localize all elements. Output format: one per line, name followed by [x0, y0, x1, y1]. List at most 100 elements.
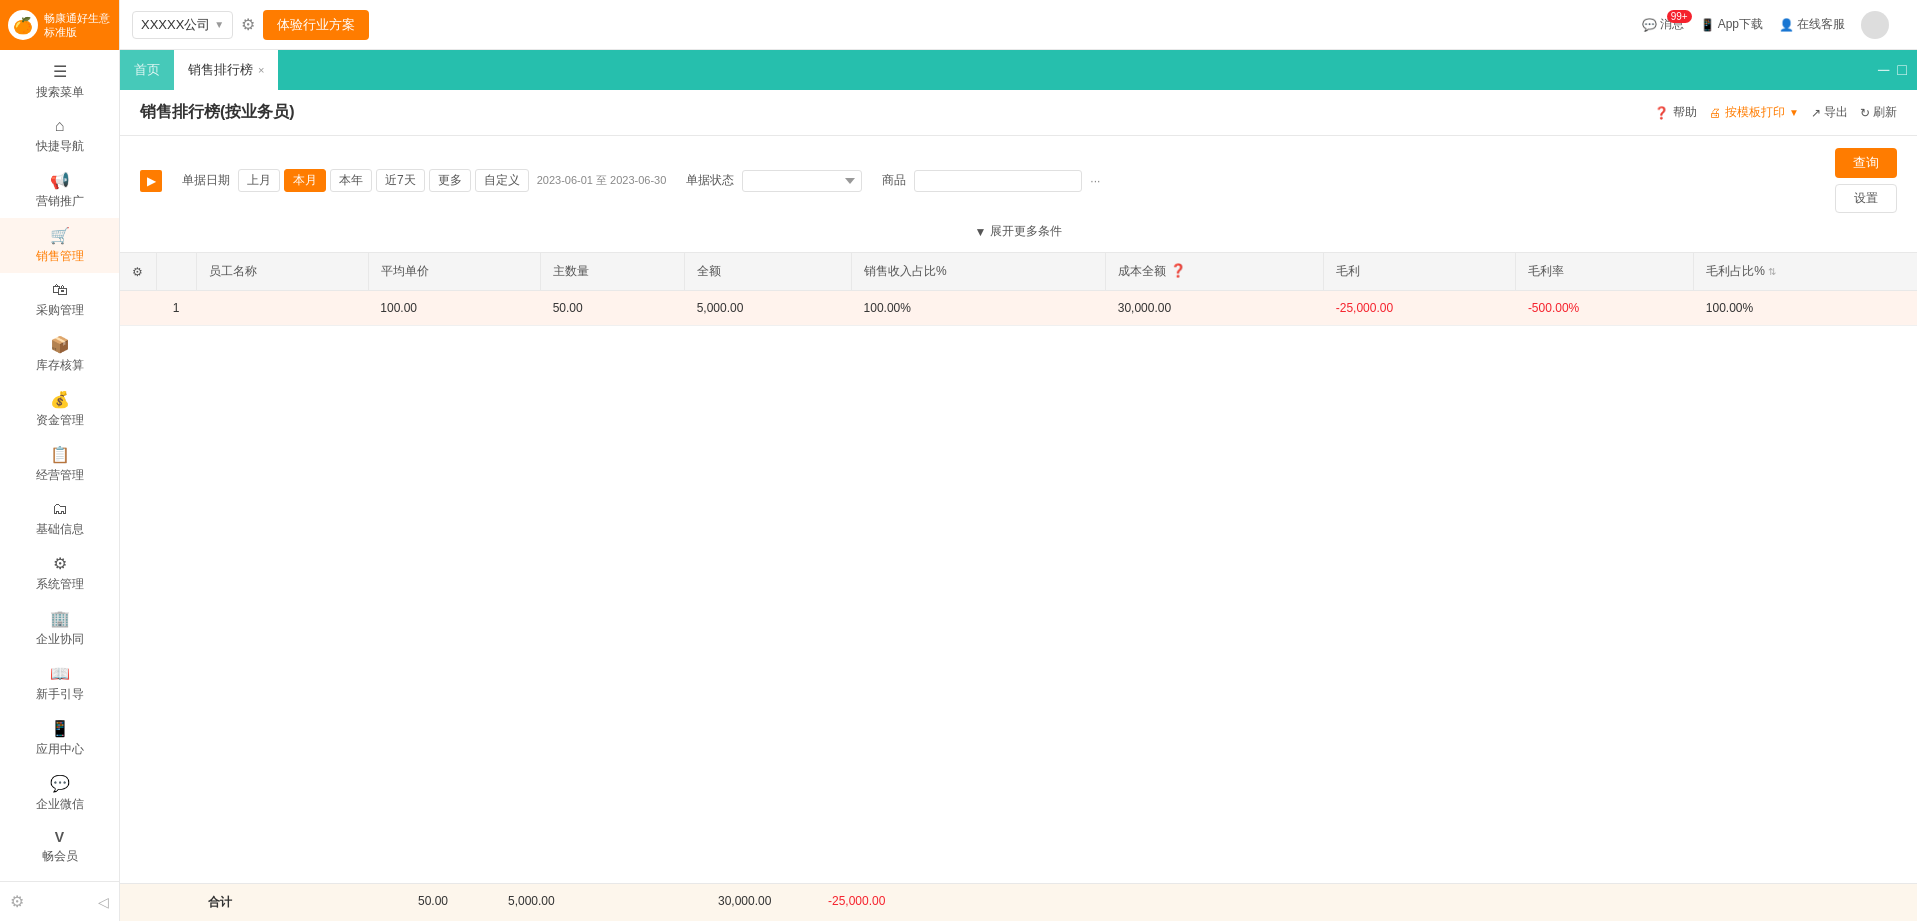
sidebar-logo: 🍊 畅康通好生意 标准版 — [0, 0, 119, 50]
sidebar-item-system[interactable]: ⚙ 系统管理 — [0, 546, 119, 601]
footer-label: 合计 — [208, 894, 328, 911]
wechat-icon: 💬 — [50, 774, 70, 793]
expand-more-button[interactable]: ▼ 展开更多条件 — [975, 223, 1063, 240]
help-button[interactable]: ❓ 帮助 — [1654, 104, 1697, 121]
search-menu-icon: ☰ — [53, 62, 67, 81]
topbar-message[interactable]: 💬 消息 99+ — [1642, 16, 1684, 33]
cost-help-icon[interactable]: ❓ — [1170, 263, 1186, 278]
tab-close-icon[interactable]: × — [258, 64, 264, 76]
col-gross-rate: 毛利率 — [1516, 253, 1694, 291]
page-header: 销售排行榜(按业务员) ❓ 帮助 🖨 按模板打印 ▼ ↗ 导出 ↻ 刷新 — [120, 90, 1917, 136]
tab-home[interactable]: 首页 — [120, 50, 174, 90]
footer-gross: -25,000.00 — [828, 894, 938, 911]
col-gross: 毛利 — [1324, 253, 1516, 291]
home-icon: ⌂ — [55, 117, 65, 135]
filter-expand-button[interactable]: ▶ — [140, 170, 162, 192]
date-btn-more[interactable]: 更多 — [429, 169, 471, 192]
date-btn-last-month[interactable]: 上月 — [238, 169, 280, 192]
row-sales-ratio-cell: 100.00% — [852, 291, 1106, 326]
sidebar-settings-icon[interactable]: ⚙ — [10, 892, 24, 911]
sales-icon: 🛒 — [50, 226, 70, 245]
topbar-right: 💬 消息 99+ 📱 App下载 👤 在线客服 — [1642, 11, 1905, 39]
filter-actions: 查询 设置 — [1835, 148, 1897, 213]
sidebar-item-operations[interactable]: 📋 经营管理 — [0, 437, 119, 492]
company-selector[interactable]: XXXXX公司 ▼ — [132, 11, 233, 39]
sidebar-item-enterprise[interactable]: 🏢 企业协同 — [0, 601, 119, 656]
goods-input[interactable] — [914, 170, 1082, 192]
tab-sales-rank[interactable]: 销售排行榜 × — [174, 50, 278, 90]
sidebar-item-appcenter[interactable]: 📱 应用中心 — [0, 711, 119, 766]
col-cost: 成本全额 ❓ — [1106, 253, 1324, 291]
query-button[interactable]: 查询 — [1835, 148, 1897, 178]
refresh-button[interactable]: ↻ 刷新 — [1860, 104, 1897, 121]
row-avg-price-cell: 100.00 — [368, 291, 540, 326]
sidebar-item-inventory[interactable]: 📦 库存核算 — [0, 327, 119, 382]
dropdown-icon: ▼ — [214, 19, 224, 30]
sidebar-item-marketing[interactable]: 📢 营销推广 — [0, 163, 119, 218]
message-icon: 💬 — [1642, 18, 1657, 32]
operations-icon: 📋 — [50, 445, 70, 464]
col-quantity: 主数量 — [541, 253, 685, 291]
page-title: 销售排行榜(按业务员) — [140, 102, 295, 135]
sidebar-item-purchase[interactable]: 🛍 采购管理 — [0, 273, 119, 327]
refresh-icon: ↻ — [1860, 106, 1870, 120]
trial-button[interactable]: 体验行业方案 — [263, 10, 369, 40]
content-area: 销售排行榜(按业务员) ❓ 帮助 🖨 按模板打印 ▼ ↗ 导出 ↻ 刷新 — [120, 90, 1917, 921]
sidebar-item-sales[interactable]: 🛒 销售管理 — [0, 218, 119, 273]
sidebar-item-wechat[interactable]: 💬 企业微信 — [0, 766, 119, 821]
topbar-online-service[interactable]: 👤 在线客服 — [1779, 16, 1845, 33]
date-btn-7days[interactable]: 近7天 — [376, 169, 425, 192]
service-icon: 👤 — [1779, 18, 1794, 32]
status-label: 单据状态 — [686, 172, 734, 189]
topbar-app-download[interactable]: 📱 App下载 — [1700, 16, 1763, 33]
date-btn-this-month[interactable]: 本月 — [284, 169, 326, 192]
sidebar-item-guide[interactable]: 📖 新手引导 — [0, 656, 119, 711]
sidebar-item-search[interactable]: ☰ 搜索菜单 — [0, 54, 119, 109]
sidebar-item-finance[interactable]: 💰 资金管理 — [0, 382, 119, 437]
table-row: 1 100.00 50.00 5,000.00 — [120, 291, 1917, 326]
row-settings-cell — [120, 291, 156, 326]
enterprise-icon: 🏢 — [50, 609, 70, 628]
date-buttons: 上月 本月 本年 近7天 更多 自定义 — [238, 169, 529, 192]
column-settings-icon[interactable]: ⚙ — [132, 265, 143, 279]
main-area: XXXXX公司 ▼ ⚙ 体验行业方案 💬 消息 99+ 📱 App下载 👤 在线… — [120, 0, 1917, 921]
export-button[interactable]: ↗ 导出 — [1811, 104, 1848, 121]
date-btn-custom[interactable]: 自定义 — [475, 169, 529, 192]
topbar: XXXXX公司 ▼ ⚙ 体验行业方案 💬 消息 99+ 📱 App下载 👤 在线… — [120, 0, 1917, 50]
filter-goods-group: 商品 ··· — [882, 170, 1100, 192]
row-cost-cell: 30,000.00 — [1106, 291, 1324, 326]
tab-minimize-icon[interactable]: ─ — [1878, 61, 1889, 79]
col-amount: 全额 — [685, 253, 852, 291]
sort-icon[interactable]: ⇅ — [1768, 266, 1776, 277]
tabbar-controls: ─ □ — [1868, 61, 1917, 79]
app-icon: 📱 — [1700, 18, 1715, 32]
sidebar-item-quicknav[interactable]: ⌂ 快捷导航 — [0, 109, 119, 163]
status-select[interactable] — [742, 170, 862, 192]
filter-status-group: 单据状态 — [686, 170, 862, 192]
template-print-button[interactable]: 🖨 按模板打印 ▼ — [1709, 104, 1799, 121]
message-badge: 99+ — [1667, 10, 1692, 23]
guide-icon: 📖 — [50, 664, 70, 683]
sidebar-item-basicinfo[interactable]: 🗂 基础信息 — [0, 492, 119, 546]
table-footer: 合计 50.00 5,000.00 30,000.00 -25,000.00 — [120, 883, 1917, 921]
print-icon: 🖨 — [1709, 106, 1721, 120]
filter-settings-button[interactable]: 设置 — [1835, 184, 1897, 213]
basicinfo-icon: 🗂 — [52, 500, 68, 518]
row-quantity-cell: 50.00 — [541, 291, 685, 326]
marketing-icon: 📢 — [50, 171, 70, 190]
tab-maximize-icon[interactable]: □ — [1897, 61, 1907, 79]
sidebar-collapse-icon[interactable]: ◁ — [98, 894, 109, 910]
filter-area: ▶ 单据日期 上月 本月 本年 近7天 更多 自定义 2023-06-01 至 … — [120, 136, 1917, 253]
logo-icon: 🍊 — [8, 10, 38, 40]
date-label: 单据日期 — [182, 172, 230, 189]
company-name: XXXXX公司 — [141, 16, 210, 34]
table-container: ⚙ 员工名称 平均单价 主数量 全额 — [120, 253, 1917, 883]
sidebar-item-member[interactable]: V 畅会员 — [0, 821, 119, 873]
date-btn-this-year[interactable]: 本年 — [330, 169, 372, 192]
col-sales-ratio: 销售收入占比% — [852, 253, 1106, 291]
user-avatar[interactable] — [1861, 11, 1889, 39]
goods-more-icon[interactable]: ··· — [1090, 174, 1100, 188]
tabbar: 首页 销售排行榜 × ─ □ — [120, 50, 1917, 90]
col-employee: 员工名称 — [196, 253, 368, 291]
topbar-gear-icon[interactable]: ⚙ — [241, 15, 255, 34]
